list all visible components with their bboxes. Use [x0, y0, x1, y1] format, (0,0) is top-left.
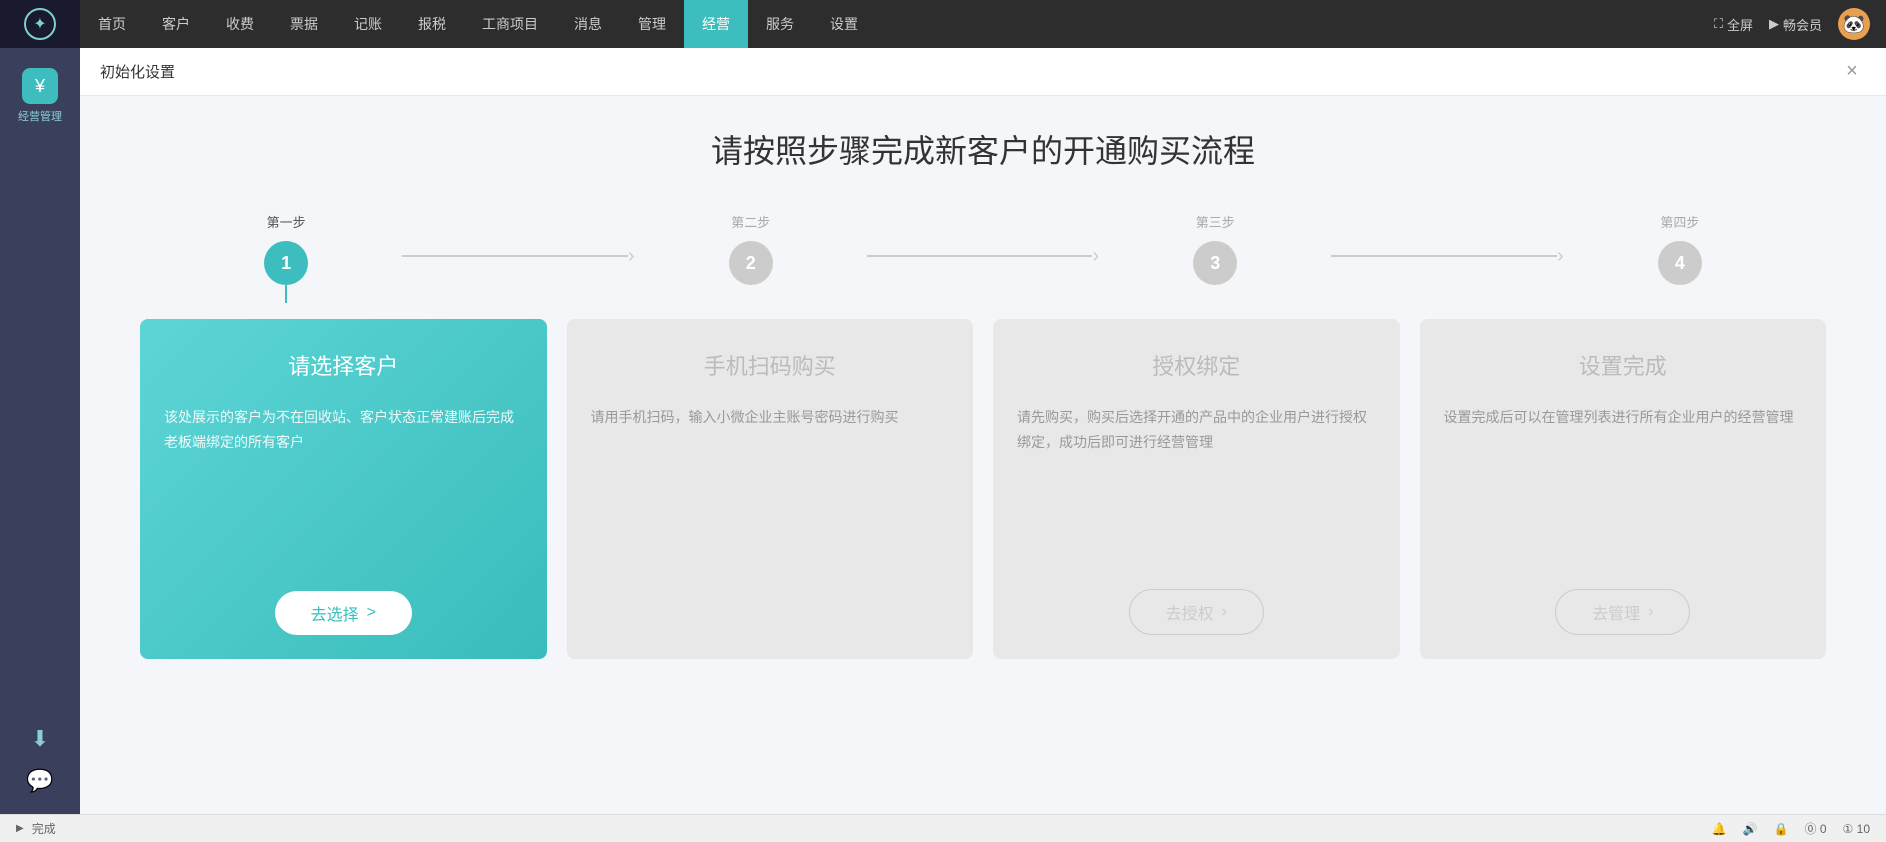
vip-icon: ▶ [1769, 16, 1779, 32]
fullscreen-label: 全屏 [1727, 15, 1753, 34]
step3-circle: 3 [1193, 241, 1237, 285]
nav-right: ⛶ 全屏 ▶ 畅会员 🐼 [1714, 8, 1870, 40]
notification-icon[interactable]: 🔔 [1712, 822, 1727, 836]
step3-action-button[interactable]: 去授权 › [1129, 589, 1264, 635]
step3-tail [1214, 285, 1216, 303]
sidebar: ¥ 经营管理 ⬇ 💬 [0, 48, 80, 814]
nav-settings[interactable]: 设置 [812, 0, 876, 48]
nav-fee[interactable]: 收费 [208, 0, 272, 48]
step1-card-title: 请选择客户 [164, 349, 523, 381]
step1-action-button[interactable]: 去选择 > [275, 591, 412, 635]
nav-tax[interactable]: 报税 [400, 0, 464, 48]
nav-home[interactable]: 首页 [80, 0, 144, 48]
step3-btn-label: 去授权 [1166, 600, 1214, 624]
step1-label: 第一步 [267, 212, 306, 231]
logo-area: ✦ [0, 0, 80, 48]
step1-card: 请选择客户 该处展示的客户为不在回收站、客户状态正常建账后完成老板端绑定的所有客… [140, 319, 547, 659]
step1-btn-label: 去选择 [311, 601, 359, 625]
step2-card: 手机扫码购买 请用手机扫码，输入小微企业主账号密码进行购买 [567, 319, 974, 659]
step4-btn-arrow: › [1648, 603, 1653, 621]
status-label: 完成 [32, 820, 56, 837]
step3-btn-arrow: › [1222, 603, 1227, 621]
nav-items: 首页 客户 收费 票据 记账 报税 工商项目 消息 管理 经营 服务 设置 [80, 0, 1714, 48]
step4-btn-label: 去管理 [1592, 600, 1640, 624]
step4-card-body: 设置完成后可以在管理列表进行所有企业用户的经营管理 [1444, 405, 1803, 565]
status-count-1: ① 10 [1843, 822, 1870, 836]
nav-message[interactable]: 消息 [556, 0, 620, 48]
vip-label: 畅会员 [1783, 15, 1822, 34]
fullscreen-button[interactable]: ⛶ 全屏 [1714, 15, 1753, 34]
step4-tail [1679, 285, 1681, 303]
step4-card-title: 设置完成 [1444, 349, 1803, 381]
sidebar-support[interactable]: 💬 [26, 768, 53, 794]
status-bar-right: 🔔 🔊 🔒 ⓪ 0 ① 10 [1712, 820, 1870, 837]
avatar[interactable]: 🐼 [1838, 8, 1870, 40]
sidebar-item-operation[interactable]: ¥ 经营管理 [18, 68, 62, 124]
nav-manage[interactable]: 管理 [620, 0, 684, 48]
connector-2-3: › [867, 212, 1099, 266]
step3-card: 授权绑定 请先购买，购买后选择开通的产品中的企业用户进行授权绑定，成功后即可进行… [993, 319, 1400, 659]
status-bar: ▶ 完成 🔔 🔊 🔒 ⓪ 0 ① 10 [0, 814, 1886, 842]
nav-customer[interactable]: 客户 [144, 0, 208, 48]
step4-header: 第四步 4 [1564, 212, 1796, 303]
volume-icon[interactable]: 🔊 [1743, 822, 1758, 836]
step2-header: 第二步 2 [635, 212, 867, 303]
nav-bill[interactable]: 票据 [272, 0, 336, 48]
sidebar-item-label: 经营管理 [18, 108, 62, 124]
steps-progress: 第一步 1 › 第二步 2 › 第三步 [140, 212, 1826, 303]
status-count-0: ⓪ 0 [1805, 820, 1827, 837]
page-title: 初始化设置 [100, 61, 175, 82]
download-icon: ⬇ [31, 726, 49, 752]
yen-icon: ¥ [22, 68, 58, 104]
step4-card: 设置完成 设置完成后可以在管理列表进行所有企业用户的经营管理 去管理 › [1420, 319, 1827, 659]
support-icon: 💬 [26, 768, 53, 794]
status-bar-left: ▶ 完成 [16, 820, 56, 837]
step2-label: 第二步 [731, 212, 770, 231]
nav-business[interactable]: 工商项目 [464, 0, 556, 48]
step2-tail [750, 285, 752, 303]
step2-card-title: 手机扫码购买 [591, 349, 950, 381]
step3-label: 第三步 [1196, 212, 1235, 231]
page-header: 初始化设置 × [80, 48, 1886, 96]
main-content: 初始化设置 × 请按照步骤完成新客户的开通购买流程 第一步 1 › 第二步 2 [80, 48, 1886, 814]
step1-btn-arrow: > [367, 604, 376, 622]
nav-accounting[interactable]: 记账 [336, 0, 400, 48]
step3-card-body: 请先购买，购买后选择开通的产品中的企业用户进行授权绑定，成功后即可进行经营管理 [1017, 405, 1376, 565]
main-heading: 请按照步骤完成新客户的开通购买流程 [140, 126, 1826, 172]
sidebar-download[interactable]: ⬇ [31, 726, 49, 752]
cards-row: 请选择客户 该处展示的客户为不在回收站、客户状态正常建账后完成老板端绑定的所有客… [140, 319, 1826, 659]
step1-circle: 1 [264, 241, 308, 285]
fullscreen-icon: ⛶ [1714, 16, 1723, 32]
vip-button[interactable]: ▶ 畅会员 [1769, 15, 1822, 34]
step3-card-title: 授权绑定 [1017, 349, 1376, 381]
step4-circle: 4 [1658, 241, 1702, 285]
sidebar-bottom: ⬇ 💬 [26, 726, 53, 814]
close-button[interactable]: × [1838, 58, 1866, 86]
top-nav: ✦ 首页 客户 收费 票据 记账 报税 工商项目 消息 管理 经营 服务 设置 … [0, 0, 1886, 48]
step2-circle: 2 [729, 241, 773, 285]
connector-1-2: › [402, 212, 634, 266]
play-button[interactable]: ▶ [16, 823, 24, 834]
step4-label: 第四步 [1660, 212, 1699, 231]
content-area: 请按照步骤完成新客户的开通购买流程 第一步 1 › 第二步 2 [80, 96, 1886, 689]
step4-action-button[interactable]: 去管理 › [1555, 589, 1690, 635]
nav-operation[interactable]: 经营 [684, 0, 748, 48]
step3-header: 第三步 3 [1099, 212, 1331, 303]
step1-card-body: 该处展示的客户为不在回收站、客户状态正常建账后完成老板端绑定的所有客户 [164, 405, 523, 567]
step1-tail [285, 285, 287, 303]
connector-3-4: › [1331, 212, 1563, 266]
step1-header: 第一步 1 [170, 212, 402, 303]
nav-service[interactable]: 服务 [748, 0, 812, 48]
lock-icon[interactable]: 🔒 [1774, 822, 1789, 836]
logo-icon: ✦ [24, 8, 56, 40]
step2-card-body: 请用手机扫码，输入小微企业主账号密码进行购买 [591, 405, 950, 635]
